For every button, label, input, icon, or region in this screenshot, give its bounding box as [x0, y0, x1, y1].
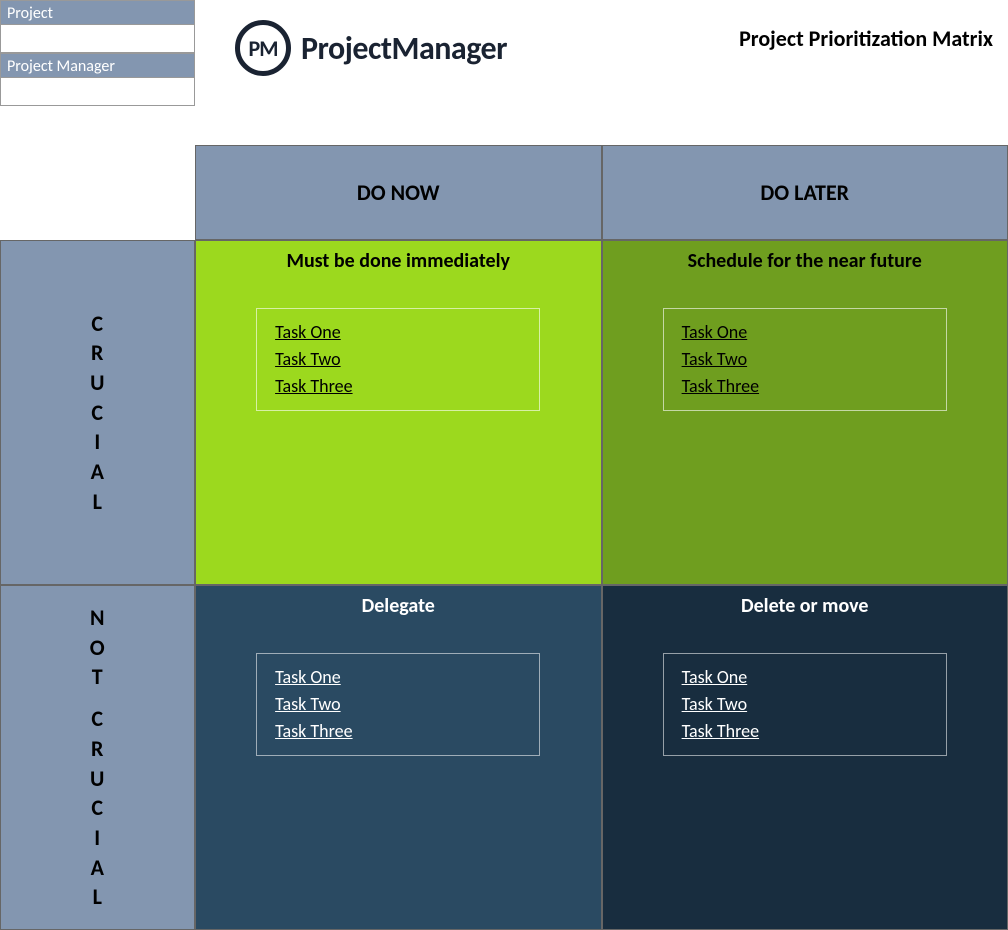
- logo: PM ProjectManager: [235, 20, 507, 76]
- quadrant-do-later-not-crucial: Delete or move Task OneTask TwoTask Thre…: [602, 585, 1008, 930]
- quadrant-heading: Must be done immediately: [216, 249, 581, 273]
- project-label: Project: [0, 0, 195, 25]
- task-item[interactable]: Task Two: [275, 346, 521, 373]
- corner-blank: [0, 145, 195, 240]
- row-crucial: CRUCIAL Must be done immediately Task On…: [0, 240, 1008, 585]
- quadrant-do-now-not-crucial: Delegate Task OneTask TwoTask Three: [195, 585, 602, 930]
- logo-area: PM ProjectManager: [195, 0, 698, 145]
- task-item[interactable]: Task Three: [275, 373, 521, 400]
- row-header-crucial: CRUCIAL: [0, 240, 195, 585]
- title-area: Project Prioritization Matrix: [698, 0, 1008, 145]
- task-item[interactable]: Task One: [682, 664, 928, 691]
- task-box: Task OneTask TwoTask Three: [663, 653, 947, 756]
- task-item[interactable]: Task One: [275, 664, 521, 691]
- task-box: Task OneTask TwoTask Three: [256, 653, 540, 756]
- quadrant-do-later-crucial: Schedule for the near future Task OneTas…: [602, 240, 1008, 585]
- task-item[interactable]: Task Three: [275, 718, 521, 745]
- task-item[interactable]: Task Two: [682, 346, 928, 373]
- task-item[interactable]: Task Two: [682, 691, 928, 718]
- task-box: Task OneTask TwoTask Three: [256, 308, 540, 411]
- logo-text: ProjectManager: [301, 29, 507, 68]
- task-item[interactable]: Task Two: [275, 691, 521, 718]
- header: Project Project Manager PM ProjectManage…: [0, 0, 1008, 145]
- row-header-not-crucial: NOTCRUCIAL: [0, 585, 195, 930]
- task-item[interactable]: Task One: [275, 319, 521, 346]
- row-not-crucial: NOTCRUCIAL Delegate Task OneTask TwoTask…: [0, 585, 1008, 930]
- row-label-not-crucial: NOTCRUCIAL: [90, 603, 105, 912]
- col-do-now: DO NOW: [195, 145, 602, 240]
- task-item[interactable]: Task Three: [682, 718, 928, 745]
- meta-box: Project Project Manager: [0, 0, 195, 145]
- manager-label: Project Manager: [0, 53, 195, 78]
- column-headers: DO NOW DO LATER: [0, 145, 1008, 240]
- task-box: Task OneTask TwoTask Three: [663, 308, 947, 411]
- row-label-crucial: CRUCIAL: [90, 309, 105, 517]
- manager-input[interactable]: [0, 78, 195, 106]
- project-input[interactable]: [0, 25, 195, 53]
- quadrant-heading: Schedule for the near future: [623, 249, 988, 273]
- quadrant-heading: Delegate: [216, 594, 581, 618]
- task-item[interactable]: Task One: [682, 319, 928, 346]
- task-item[interactable]: Task Three: [682, 373, 928, 400]
- logo-icon: PM: [235, 20, 291, 76]
- col-do-later: DO LATER: [602, 145, 1008, 240]
- quadrant-heading: Delete or move: [623, 594, 988, 618]
- quadrant-do-now-crucial: Must be done immediately Task OneTask Tw…: [195, 240, 602, 585]
- page-title: Project Prioritization Matrix: [698, 25, 993, 52]
